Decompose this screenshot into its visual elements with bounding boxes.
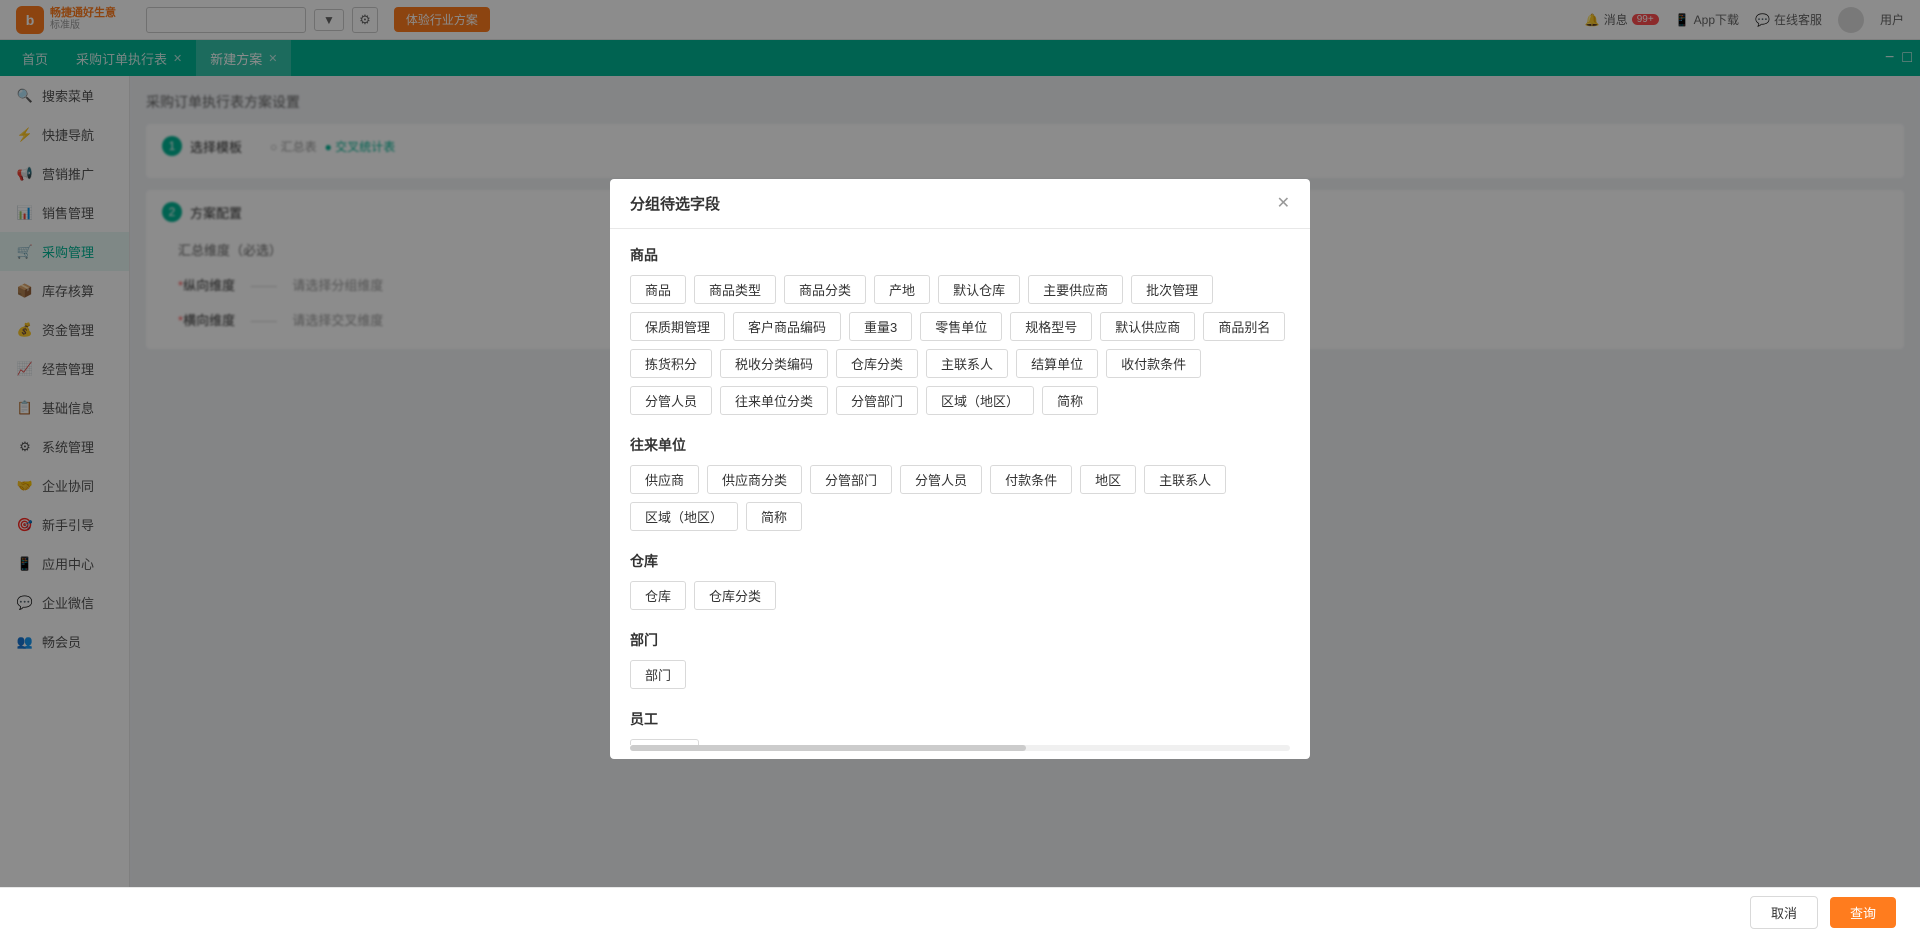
field-tag[interactable]: 产地 <box>874 275 930 304</box>
section-product: 商品 商品 商品类型 商品分类 产地 默认仓库 主要供应商 批次管理 保质期管理… <box>630 245 1290 415</box>
section-department-title: 部门 <box>630 630 1290 650</box>
field-tag[interactable]: 分管部门 <box>836 386 918 415</box>
field-tag[interactable]: 仓库 <box>630 581 686 610</box>
field-tag[interactable]: 区域（地区） <box>630 502 738 531</box>
field-tag[interactable]: 商品别名 <box>1203 312 1285 341</box>
field-tag[interactable]: 批次管理 <box>1131 275 1213 304</box>
section-warehouse: 仓库 仓库 仓库分类 <box>630 551 1290 610</box>
section-product-title: 商品 <box>630 245 1290 265</box>
modal-horizontal-scrollbar[interactable] <box>630 745 1290 751</box>
field-tag[interactable]: 税收分类编码 <box>720 349 828 378</box>
field-tag[interactable]: 主要供应商 <box>1028 275 1123 304</box>
field-tag[interactable]: 分管人员 <box>630 386 712 415</box>
field-tag[interactable]: 拣货积分 <box>630 349 712 378</box>
cancel-button[interactable]: 取消 <box>1750 896 1818 929</box>
field-tag[interactable]: 主联系人 <box>926 349 1008 378</box>
section-department: 部门 部门 <box>630 630 1290 689</box>
field-tag[interactable]: 业务员 <box>630 739 699 745</box>
field-tag[interactable]: 简称 <box>746 502 802 531</box>
field-tag[interactable]: 部门 <box>630 660 686 689</box>
field-tag[interactable]: 往来单位分类 <box>720 386 828 415</box>
field-tag[interactable]: 商品分类 <box>784 275 866 304</box>
field-tag[interactable]: 商品类型 <box>694 275 776 304</box>
section-employee: 员工 业务员 <box>630 709 1290 745</box>
modal-header: 分组待选字段 ✕ <box>610 179 1310 229</box>
section-partner: 往来单位 供应商 供应商分类 分管部门 分管人员 付款条件 地区 主联系人 区域… <box>630 435 1290 531</box>
field-tag[interactable]: 供应商分类 <box>707 465 802 494</box>
section-employee-title: 员工 <box>630 709 1290 729</box>
field-tag[interactable]: 商品 <box>630 275 686 304</box>
bottom-bar: 取消 查询 <box>0 887 1920 937</box>
scrollbar-thumb <box>630 745 1026 751</box>
field-tag[interactable]: 仓库分类 <box>836 349 918 378</box>
field-tag[interactable]: 结算单位 <box>1016 349 1098 378</box>
confirm-button[interactable]: 查询 <box>1830 897 1896 928</box>
section-warehouse-title: 仓库 <box>630 551 1290 571</box>
field-tag[interactable]: 付款条件 <box>990 465 1072 494</box>
warehouse-fields: 仓库 仓库分类 <box>630 581 1290 610</box>
field-tag[interactable]: 默认仓库 <box>938 275 1020 304</box>
field-selection-modal: 分组待选字段 ✕ 商品 商品 商品类型 商品分类 产地 默认仓库 主要供应商 批… <box>610 179 1310 759</box>
modal-body: 商品 商品 商品类型 商品分类 产地 默认仓库 主要供应商 批次管理 保质期管理… <box>610 229 1310 745</box>
department-fields: 部门 <box>630 660 1290 689</box>
field-tag[interactable]: 地区 <box>1080 465 1136 494</box>
field-tag[interactable]: 分管部门 <box>810 465 892 494</box>
field-tag[interactable]: 供应商 <box>630 465 699 494</box>
field-tag[interactable]: 主联系人 <box>1144 465 1226 494</box>
field-tag[interactable]: 规格型号 <box>1010 312 1092 341</box>
field-tag[interactable]: 仓库分类 <box>694 581 776 610</box>
partner-fields: 供应商 供应商分类 分管部门 分管人员 付款条件 地区 主联系人 区域（地区） … <box>630 465 1290 531</box>
field-tag[interactable]: 分管人员 <box>900 465 982 494</box>
section-partner-title: 往来单位 <box>630 435 1290 455</box>
field-tag[interactable]: 默认供应商 <box>1100 312 1195 341</box>
product-fields: 商品 商品类型 商品分类 产地 默认仓库 主要供应商 批次管理 保质期管理 客户… <box>630 275 1290 415</box>
field-tag[interactable]: 零售单位 <box>920 312 1002 341</box>
field-tag[interactable]: 收付款条件 <box>1106 349 1201 378</box>
employee-fields: 业务员 <box>630 739 1290 745</box>
modal-title: 分组待选字段 <box>630 193 720 214</box>
field-tag[interactable]: 区域（地区） <box>926 386 1034 415</box>
modal-overlay: 分组待选字段 ✕ 商品 商品 商品类型 商品分类 产地 默认仓库 主要供应商 批… <box>0 0 1920 937</box>
field-tag[interactable]: 客户商品编码 <box>733 312 841 341</box>
field-tag[interactable]: 重量3 <box>849 312 912 341</box>
field-tag[interactable]: 简称 <box>1042 386 1098 415</box>
modal-close-button[interactable]: ✕ <box>1277 193 1290 213</box>
field-tag[interactable]: 保质期管理 <box>630 312 725 341</box>
